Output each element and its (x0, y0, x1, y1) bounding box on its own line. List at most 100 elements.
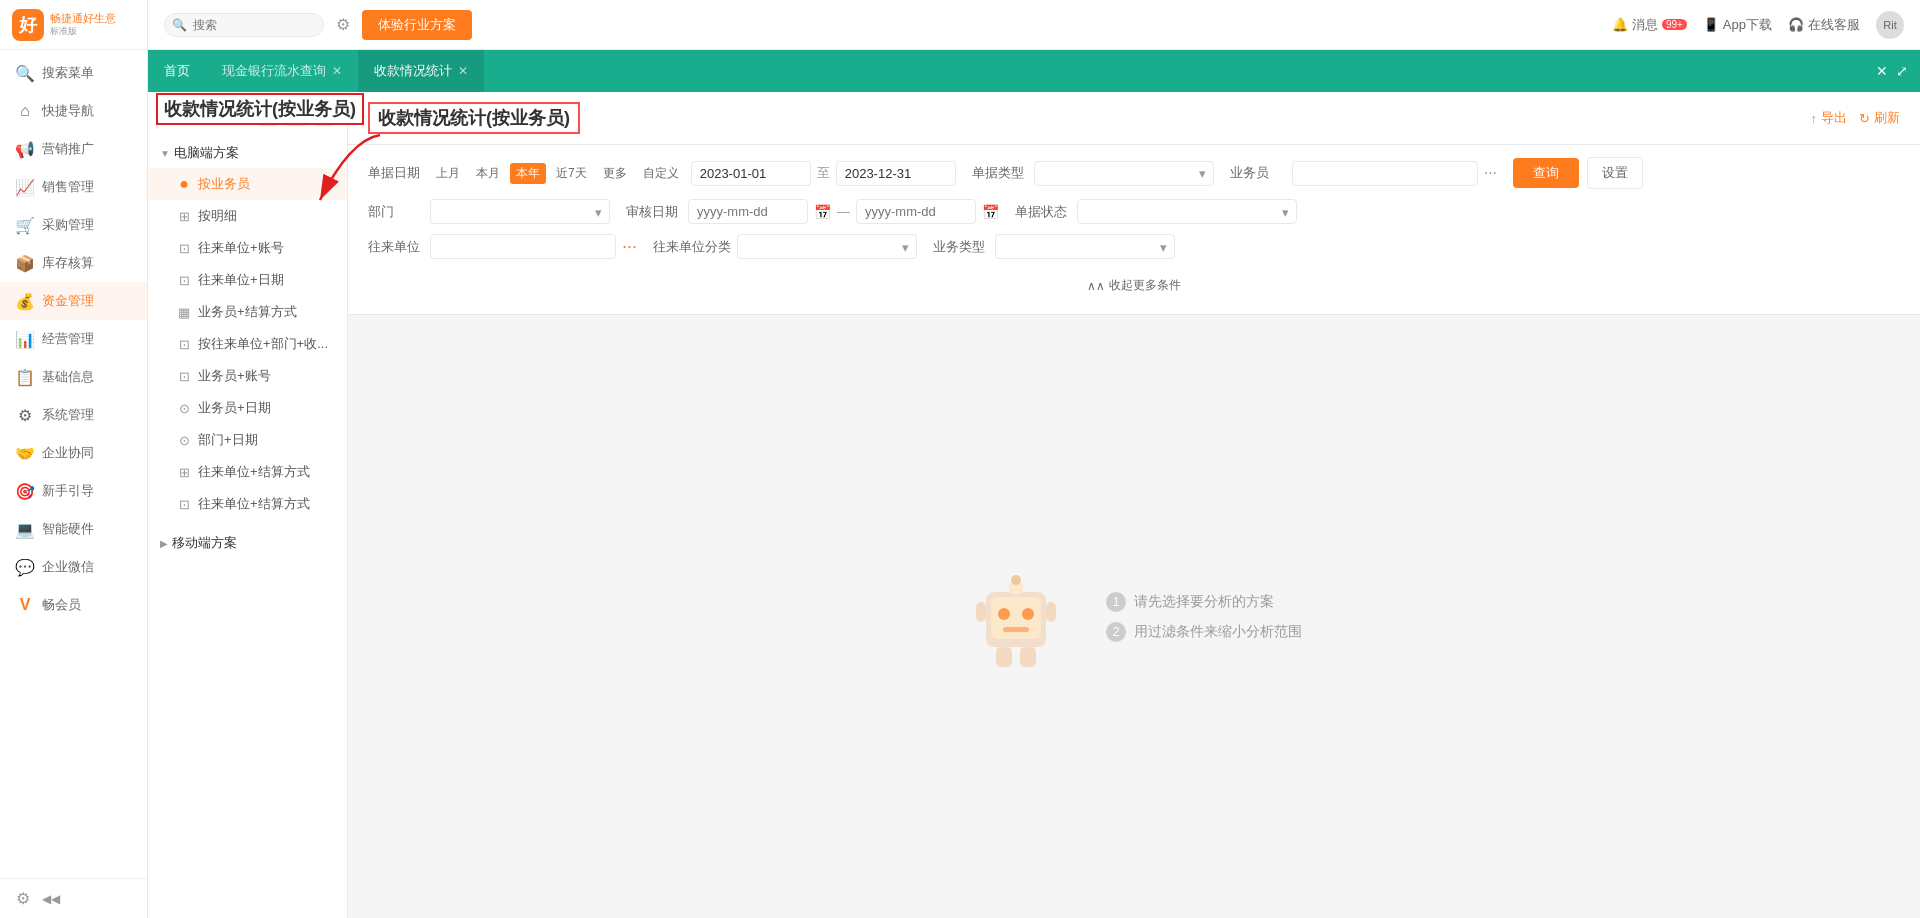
tab-home[interactable]: 首页 (148, 50, 206, 92)
sidebar-item-marketing[interactable]: 📢 营销推广 (0, 130, 147, 168)
tab-bar: 首页 现金银行流水查询 ✕ 收款情况统计 ✕ ✕ ⤢ (148, 50, 1920, 92)
sidebar-item-operation[interactable]: 📊 经营管理 (0, 320, 147, 358)
sidebar-item-capital[interactable]: 💰 资金管理 (0, 282, 147, 320)
online-service-btn[interactable]: 🎧 在线客服 (1788, 16, 1860, 34)
tab-close-bank-flow[interactable]: ✕ (332, 64, 342, 78)
svg-rect-7 (976, 602, 986, 622)
purchase-icon: 🛒 (16, 216, 34, 234)
date-end-input[interactable] (836, 161, 956, 186)
review-date-start[interactable] (688, 199, 808, 224)
date-filter-item: 单据日期 上月 本月 本年 近7天 更多 自定义 至 (368, 161, 956, 186)
mobile-section-title[interactable]: ▶ 移动端方案 (148, 528, 347, 558)
svg-rect-8 (1046, 602, 1056, 622)
enterprise-icon: 🤝 (16, 444, 34, 462)
trial-button[interactable]: 体验行业方案 (362, 10, 472, 40)
scheme-item-salesman-account[interactable]: ⊡ 业务员+账号 (148, 360, 347, 392)
scheme-item-partner-account[interactable]: ⊡ 往来单位+账号 (148, 232, 347, 264)
salesman-account-icon: ⊡ (176, 368, 192, 384)
scheme-item-partner-settlement2[interactable]: ⊡ 往来单位+结算方式 (148, 488, 347, 520)
partner-input[interactable] (430, 234, 616, 259)
sidebar-item-enterprise[interactable]: 🤝 企业协同 (0, 434, 147, 472)
voucher-type-label: 单据类型 (972, 164, 1028, 182)
salesman-date-icon: ⊙ (176, 400, 192, 416)
sidebar-item-inventory[interactable]: 📦 库存核算 (0, 244, 147, 282)
sidebar: 好 畅捷通好生意 标准版 🔍 搜索菜单 ⌂ 快捷导航 📢 营销推广 📈 销售管理… (0, 0, 148, 918)
scheme-item-partner-dept-recv[interactable]: ⊡ 按往来单位+部门+收... (148, 328, 347, 360)
basic-info-icon: 📋 (16, 368, 34, 386)
footer-settings-icon[interactable]: ⚙ (16, 889, 30, 908)
voucher-type-item: 单据类型 (972, 161, 1214, 186)
svg-point-3 (1022, 608, 1034, 620)
notification-icon: 🔔 (1612, 17, 1628, 32)
scheme-item-partner-settlement1[interactable]: ⊞ 往来单位+结算方式 (148, 456, 347, 488)
scheme-item-by-detail[interactable]: ⊞ 按明细 (148, 200, 347, 232)
close-window-icon[interactable]: ✕ (1876, 63, 1888, 79)
dept-select[interactable] (430, 199, 610, 224)
date-tab-this-year[interactable]: 本年 (510, 163, 546, 184)
sidebar-item-search-menu[interactable]: 🔍 搜索菜单 (0, 54, 147, 92)
business-type-item: 业务类型 (933, 234, 1175, 259)
voucher-status-select[interactable] (1077, 199, 1297, 224)
salesman-icon: ● (176, 176, 192, 192)
partner-category-select-wrap (737, 234, 917, 259)
page-content: 按以下方案查询 + ⚙ « ▼ 电脑端方案 ● 按业务员 ⊞ (148, 92, 1920, 918)
date-label: 单据日期 (368, 164, 424, 182)
scheme-item-salesman-date[interactable]: ⊙ 业务员+日期 (148, 392, 347, 424)
calendar-icon-1[interactable]: 📅 (814, 204, 831, 220)
footer-collapse-icon[interactable]: ◀◀ (42, 892, 60, 906)
add-scheme-btn[interactable]: + (257, 104, 279, 126)
voucher-type-select[interactable] (1034, 161, 1214, 186)
refresh-btn[interactable]: ↻ 刷新 (1859, 109, 1900, 127)
sidebar-item-quick-nav[interactable]: ⌂ 快捷导航 (0, 92, 147, 130)
sidebar-item-wechat[interactable]: 💬 企业微信 (0, 548, 147, 586)
partner-more-btn[interactable]: ··· (622, 236, 637, 257)
desktop-scheme-section: ▼ 电脑端方案 ● 按业务员 ⊞ 按明细 ⊡ 往来单位+账号 ⊡ 往来单位+ (148, 134, 347, 524)
business-type-select[interactable] (995, 234, 1175, 259)
review-date-end[interactable] (856, 199, 976, 224)
scheme-item-salesman-settlement[interactable]: ▦ 业务员+结算方式 (148, 296, 347, 328)
mobile-scheme-section: ▶ 移动端方案 (148, 524, 347, 562)
sidebar-item-smart-hw[interactable]: 💻 智能硬件 (0, 510, 147, 548)
sidebar-item-basic-info[interactable]: 📋 基础信息 (0, 358, 147, 396)
user-avatar[interactable]: Rit (1876, 11, 1904, 39)
scheme-item-dept-date[interactable]: ⊙ 部门+日期 (148, 424, 347, 456)
sidebar-item-sales[interactable]: 📈 销售管理 (0, 168, 147, 206)
date-tab-custom[interactable]: 自定义 (637, 163, 685, 184)
partner-label: 往来单位 (368, 238, 424, 256)
desktop-section-title[interactable]: ▼ 电脑端方案 (148, 138, 347, 168)
tab-close-receivable[interactable]: ✕ (458, 64, 468, 78)
maximize-window-icon[interactable]: ⤢ (1896, 63, 1908, 79)
search-input[interactable] (164, 13, 324, 37)
desktop-arrow-icon: ▼ (160, 148, 170, 159)
tab-bank-flow[interactable]: 现金银行流水查询 ✕ (206, 50, 358, 92)
salesman-input[interactable] (1292, 161, 1478, 186)
date-tab-last-month[interactable]: 上月 (430, 163, 466, 184)
date-tab-this-month[interactable]: 本月 (470, 163, 506, 184)
sidebar-item-guide[interactable]: 🎯 新手引导 (0, 472, 147, 510)
scheme-item-partner-date[interactable]: ⊡ 往来单位+日期 (148, 264, 347, 296)
scheme-item-by-salesman[interactable]: ● 按业务员 (148, 168, 347, 200)
left-panel-actions: + ⚙ « (257, 104, 335, 126)
date-tab-7days[interactable]: 近7天 (550, 163, 593, 184)
sidebar-item-purchase[interactable]: 🛒 采购管理 (0, 206, 147, 244)
calendar-icon-2[interactable]: 📅 (982, 204, 999, 220)
export-btn[interactable]: ↑ 导出 (1811, 109, 1848, 127)
sidebar-item-system[interactable]: ⚙ 系统管理 (0, 396, 147, 434)
app-download-btn[interactable]: 📱 App下载 (1703, 16, 1772, 34)
home-icon: ⌂ (16, 102, 34, 120)
page-title-bar: 收款情况统计(按业务员) ↑ 导出 ↻ 刷新 (348, 92, 1920, 145)
salesman-more-icon[interactable]: ··· (1484, 164, 1497, 182)
collapse-bar[interactable]: ∧∧ 收起更多条件 (368, 269, 1900, 302)
date-start-input[interactable] (691, 161, 811, 186)
partner-category-select[interactable] (737, 234, 917, 259)
filter-settings-button[interactable]: 设置 (1587, 157, 1643, 189)
member-icon: V (16, 596, 34, 614)
tab-receivable-stats[interactable]: 收款情况统计 ✕ (358, 50, 484, 92)
query-button[interactable]: 查询 (1513, 158, 1579, 188)
notification-btn[interactable]: 🔔 消息 99+ (1612, 16, 1687, 34)
collapse-panel-btn[interactable]: « (313, 104, 335, 126)
gear-icon[interactable]: ⚙ (336, 15, 350, 34)
settings-scheme-btn[interactable]: ⚙ (285, 104, 307, 126)
sidebar-item-member[interactable]: V 畅会员 (0, 586, 147, 624)
date-tab-more[interactable]: 更多 (597, 163, 633, 184)
